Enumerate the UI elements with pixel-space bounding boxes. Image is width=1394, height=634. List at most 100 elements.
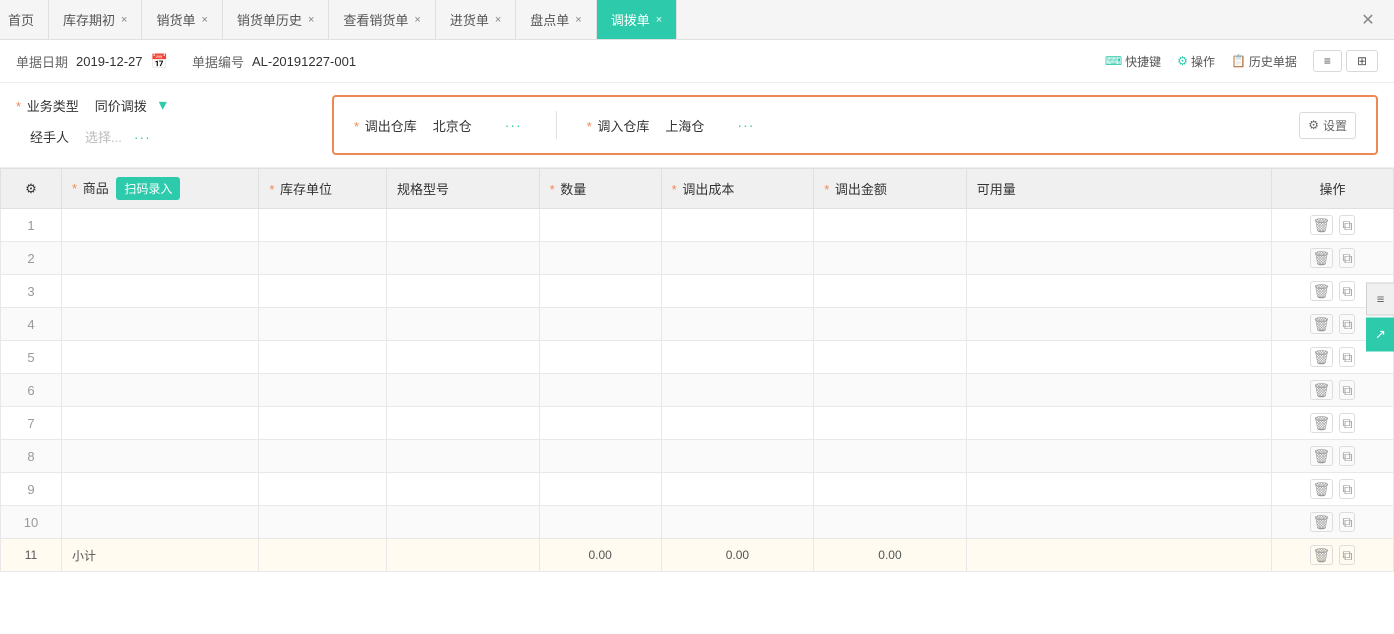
quantity-cell[interactable]: [539, 275, 661, 308]
unit-cell[interactable]: [259, 374, 387, 407]
copy-row-icon[interactable]: ⧉: [1339, 281, 1355, 301]
spec-cell[interactable]: [387, 407, 540, 440]
close-tab-icon[interactable]: ×: [308, 14, 314, 26]
window-close-button[interactable]: ✕: [1350, 0, 1386, 39]
quantity-cell[interactable]: [539, 209, 661, 242]
copy-row-icon[interactable]: ⧉: [1339, 248, 1355, 268]
cost-cell[interactable]: [661, 440, 814, 473]
product-cell[interactable]: [62, 506, 259, 539]
copy-row-icon[interactable]: ⧉: [1339, 479, 1355, 499]
available-cell[interactable]: [966, 506, 1271, 539]
business-type-dropdown[interactable]: ▾: [155, 95, 171, 115]
product-cell[interactable]: [62, 209, 259, 242]
available-cell[interactable]: [966, 209, 1271, 242]
unit-cell[interactable]: [259, 242, 387, 275]
cost-cell[interactable]: [661, 374, 814, 407]
available-cell[interactable]: [966, 242, 1271, 275]
transfer-in-more-btn[interactable]: ···: [733, 117, 758, 133]
grid-view-button[interactable]: ⊞: [1346, 50, 1378, 72]
product-cell[interactable]: [62, 242, 259, 275]
unit-cell[interactable]: [259, 473, 387, 506]
cost-cell[interactable]: [661, 242, 814, 275]
product-cell[interactable]: [62, 341, 259, 374]
quantity-cell[interactable]: [539, 242, 661, 275]
available-cell[interactable]: [966, 341, 1271, 374]
scan-entry-btn[interactable]: 扫码录入: [116, 177, 180, 200]
delete-row-icon[interactable]: 🗑: [1310, 215, 1334, 235]
unit-cell[interactable]: [259, 440, 387, 473]
tab-view-sales[interactable]: 查看销货单 ×: [329, 0, 435, 39]
cost-cell[interactable]: [661, 275, 814, 308]
copy-row-icon[interactable]: ⧉: [1339, 413, 1355, 433]
available-cell[interactable]: [966, 308, 1271, 341]
available-cell[interactable]: [966, 374, 1271, 407]
amount-cell[interactable]: [814, 242, 967, 275]
cost-cell[interactable]: [661, 209, 814, 242]
amount-cell[interactable]: [814, 374, 967, 407]
tab-inventory-init[interactable]: 库存期初 ×: [49, 0, 142, 39]
cost-cell[interactable]: [661, 341, 814, 374]
product-cell[interactable]: [62, 275, 259, 308]
transfer-out-more-btn[interactable]: ···: [501, 117, 526, 133]
product-cell[interactable]: [62, 374, 259, 407]
calendar-icon[interactable]: 📅: [151, 53, 168, 70]
spec-cell[interactable]: [387, 440, 540, 473]
delete-row-icon[interactable]: 🗑: [1310, 512, 1334, 532]
copy-row-icon[interactable]: ⧉: [1339, 347, 1355, 367]
gear-col-icon[interactable]: ⚙: [25, 181, 37, 196]
spec-cell[interactable]: [387, 374, 540, 407]
amount-cell[interactable]: [814, 308, 967, 341]
quantity-cell[interactable]: [539, 341, 661, 374]
amount-cell[interactable]: [814, 407, 967, 440]
close-tab-icon[interactable]: ×: [495, 14, 501, 26]
unit-cell[interactable]: [259, 275, 387, 308]
cost-cell[interactable]: [661, 407, 814, 440]
unit-cell[interactable]: [259, 407, 387, 440]
available-cell[interactable]: [966, 407, 1271, 440]
quantity-cell[interactable]: [539, 473, 661, 506]
copy-row-icon[interactable]: ⧉: [1339, 446, 1355, 466]
product-cell[interactable]: [62, 308, 259, 341]
delete-row-icon[interactable]: 🗑: [1310, 446, 1334, 466]
tab-transfer[interactable]: 调拨单 ×: [597, 0, 677, 39]
warehouse-settings-btn[interactable]: ⚙ 设置: [1299, 112, 1356, 139]
quantity-cell[interactable]: [539, 374, 661, 407]
tab-sales-history[interactable]: 销货单历史 ×: [223, 0, 329, 39]
copy-row-icon[interactable]: ⧉: [1339, 215, 1355, 235]
tab-purchase[interactable]: 进货单 ×: [436, 0, 516, 39]
product-cell[interactable]: [62, 473, 259, 506]
quantity-cell[interactable]: [539, 506, 661, 539]
unit-cell[interactable]: [259, 308, 387, 341]
tab-sales-order[interactable]: 销货单 ×: [142, 0, 222, 39]
amount-cell[interactable]: [814, 275, 967, 308]
amount-cell[interactable]: [814, 341, 967, 374]
float-export-btn[interactable]: ↗: [1366, 318, 1394, 352]
available-cell[interactable]: [966, 275, 1271, 308]
close-tab-icon[interactable]: ×: [121, 14, 127, 26]
handler-more-btn[interactable]: ···: [130, 129, 155, 145]
delete-row-icon[interactable]: 🗑: [1310, 413, 1334, 433]
cost-cell[interactable]: [661, 308, 814, 341]
spec-cell[interactable]: [387, 473, 540, 506]
unit-cell[interactable]: [259, 506, 387, 539]
spec-cell[interactable]: [387, 209, 540, 242]
delete-icon[interactable]: 🗑: [1310, 545, 1334, 565]
copy-icon[interactable]: ⧉: [1339, 545, 1355, 565]
close-active-tab-icon[interactable]: ×: [656, 14, 662, 26]
spec-cell[interactable]: [387, 242, 540, 275]
cost-cell[interactable]: [661, 506, 814, 539]
quantity-cell[interactable]: [539, 308, 661, 341]
tab-inventory-count[interactable]: 盘点单 ×: [516, 0, 596, 39]
product-cell[interactable]: [62, 440, 259, 473]
copy-row-icon[interactable]: ⧉: [1339, 314, 1355, 334]
product-cell[interactable]: [62, 407, 259, 440]
list-view-button[interactable]: ≡: [1313, 50, 1342, 72]
close-tab-icon[interactable]: ×: [575, 14, 581, 26]
spec-cell[interactable]: [387, 275, 540, 308]
col-gear[interactable]: ⚙: [1, 169, 62, 209]
available-cell[interactable]: [966, 473, 1271, 506]
delete-row-icon[interactable]: 🗑: [1310, 347, 1334, 367]
delete-row-icon[interactable]: 🗑: [1310, 314, 1334, 334]
amount-cell[interactable]: [814, 473, 967, 506]
delete-row-icon[interactable]: 🗑: [1310, 380, 1334, 400]
